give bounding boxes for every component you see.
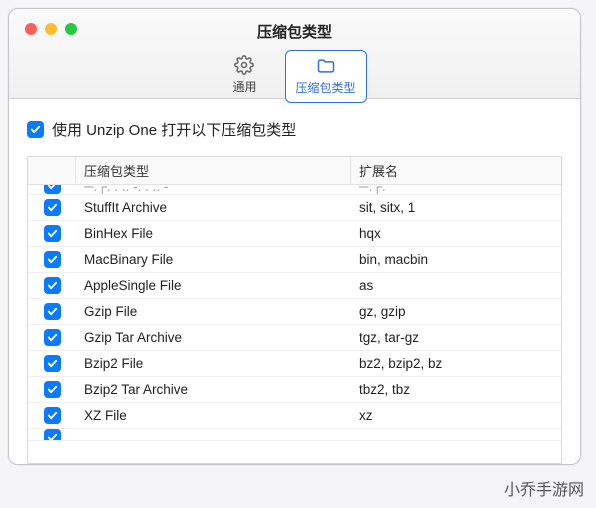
checkbox-checked-icon[interactable] (27, 121, 44, 138)
watermark-text: 小乔手游网 (504, 476, 584, 500)
table-row[interactable]: StuffIt Archivesit, sitx, 1 (28, 195, 561, 221)
checkbox-checked-icon[interactable] (44, 303, 61, 320)
cell-ext: bin, macbin (351, 252, 561, 267)
cell-type: MacBinary File (76, 252, 351, 267)
cell-ext: as (351, 278, 561, 293)
cell-ext: xz (351, 408, 561, 423)
table-row[interactable]: Gzip Tar Archivetgz, tar-gz (28, 325, 561, 351)
archive-types-table[interactable]: 压缩包类型 扩展名 ─.┌. . .. -. . .. -─.┌.StuffIt… (27, 156, 562, 464)
checkbox-checked-icon[interactable] (44, 429, 61, 441)
toolbar: 通用 压缩包类型 (9, 50, 580, 103)
checkbox-checked-icon[interactable] (44, 355, 61, 372)
column-header-type[interactable]: 压缩包类型 (76, 157, 351, 184)
close-button[interactable] (25, 23, 37, 35)
cell-type: StuffIt Archive (76, 200, 351, 215)
checkbox-checked-icon[interactable] (44, 277, 61, 294)
master-checkbox-row[interactable]: 使用 Unzip One 打开以下压缩包类型 (27, 119, 562, 140)
table-row[interactable]: BinHex Filehqx (28, 221, 561, 247)
titlebar: 压缩包类型 通用 压缩包类型 (9, 9, 580, 99)
checkbox-checked-icon[interactable] (44, 251, 61, 268)
content-pane: 使用 Unzip One 打开以下压缩包类型 压缩包类型 扩展名 ─.┌. . … (9, 99, 580, 464)
traffic-lights (25, 23, 77, 35)
checkbox-checked-icon[interactable] (44, 225, 61, 242)
table-row[interactable]: Bzip2 Tar Archivetbz2, tbz (28, 377, 561, 403)
preferences-window: 压缩包类型 通用 压缩包类型 使用 Unzip One 打开以下压缩包类型 (8, 8, 581, 465)
checkbox-checked-icon[interactable] (44, 329, 61, 346)
table-row[interactable]: AppleSingle Fileas (28, 273, 561, 299)
tab-archive-types-label: 压缩包类型 (296, 79, 356, 96)
gear-icon (233, 54, 255, 76)
column-header-ext[interactable]: 扩展名 (351, 157, 561, 184)
window-title: 压缩包类型 (9, 9, 580, 42)
checkbox-checked-icon[interactable] (44, 381, 61, 398)
tab-archive-types[interactable]: 压缩包类型 (285, 50, 367, 103)
tab-general-label: 通用 (232, 78, 256, 95)
table-row[interactable]: MacBinary Filebin, macbin (28, 247, 561, 273)
cell-type: Bzip2 File (76, 356, 351, 371)
table-row[interactable]: XZ Filexz (28, 403, 561, 429)
table-header: 压缩包类型 扩展名 (28, 157, 561, 185)
table-row-clipped[interactable] (28, 429, 561, 441)
cell-type: AppleSingle File (76, 278, 351, 293)
table-row[interactable]: Bzip2 Filebz2, bzip2, bz (28, 351, 561, 377)
cell-type: Bzip2 Tar Archive (76, 382, 351, 397)
minimize-button[interactable] (45, 23, 57, 35)
table-row-clipped[interactable]: ─.┌. . .. -. . .. -─.┌. (28, 185, 561, 195)
checkbox-checked-icon[interactable] (44, 407, 61, 424)
table-body[interactable]: ─.┌. . .. -. . .. -─.┌.StuffIt Archivesi… (28, 185, 561, 441)
column-header-checkbox[interactable] (28, 157, 76, 183)
cell-ext: gz, gzip (351, 304, 561, 319)
table-row[interactable]: Gzip Filegz, gzip (28, 299, 561, 325)
cell-ext: tgz, tar-gz (351, 330, 561, 345)
cell-ext: sit, sitx, 1 (351, 200, 561, 215)
cell-type: Gzip File (76, 304, 351, 319)
cell-ext: ─.┌. (351, 185, 561, 194)
cell-ext: hqx (351, 226, 561, 241)
checkbox-checked-icon[interactable] (44, 185, 61, 194)
cell-type: XZ File (76, 408, 351, 423)
tab-general[interactable]: 通用 (222, 50, 266, 103)
master-checkbox-label: 使用 Unzip One 打开以下压缩包类型 (52, 119, 296, 140)
cell-type: ─.┌. . .. -. . .. - (76, 185, 351, 194)
zoom-button[interactable] (65, 23, 77, 35)
folder-icon (315, 55, 337, 77)
checkbox-checked-icon[interactable] (44, 199, 61, 216)
cell-type: Gzip Tar Archive (76, 330, 351, 345)
cell-ext: bz2, bzip2, bz (351, 356, 561, 371)
cell-ext: tbz2, tbz (351, 382, 561, 397)
cell-type: BinHex File (76, 226, 351, 241)
